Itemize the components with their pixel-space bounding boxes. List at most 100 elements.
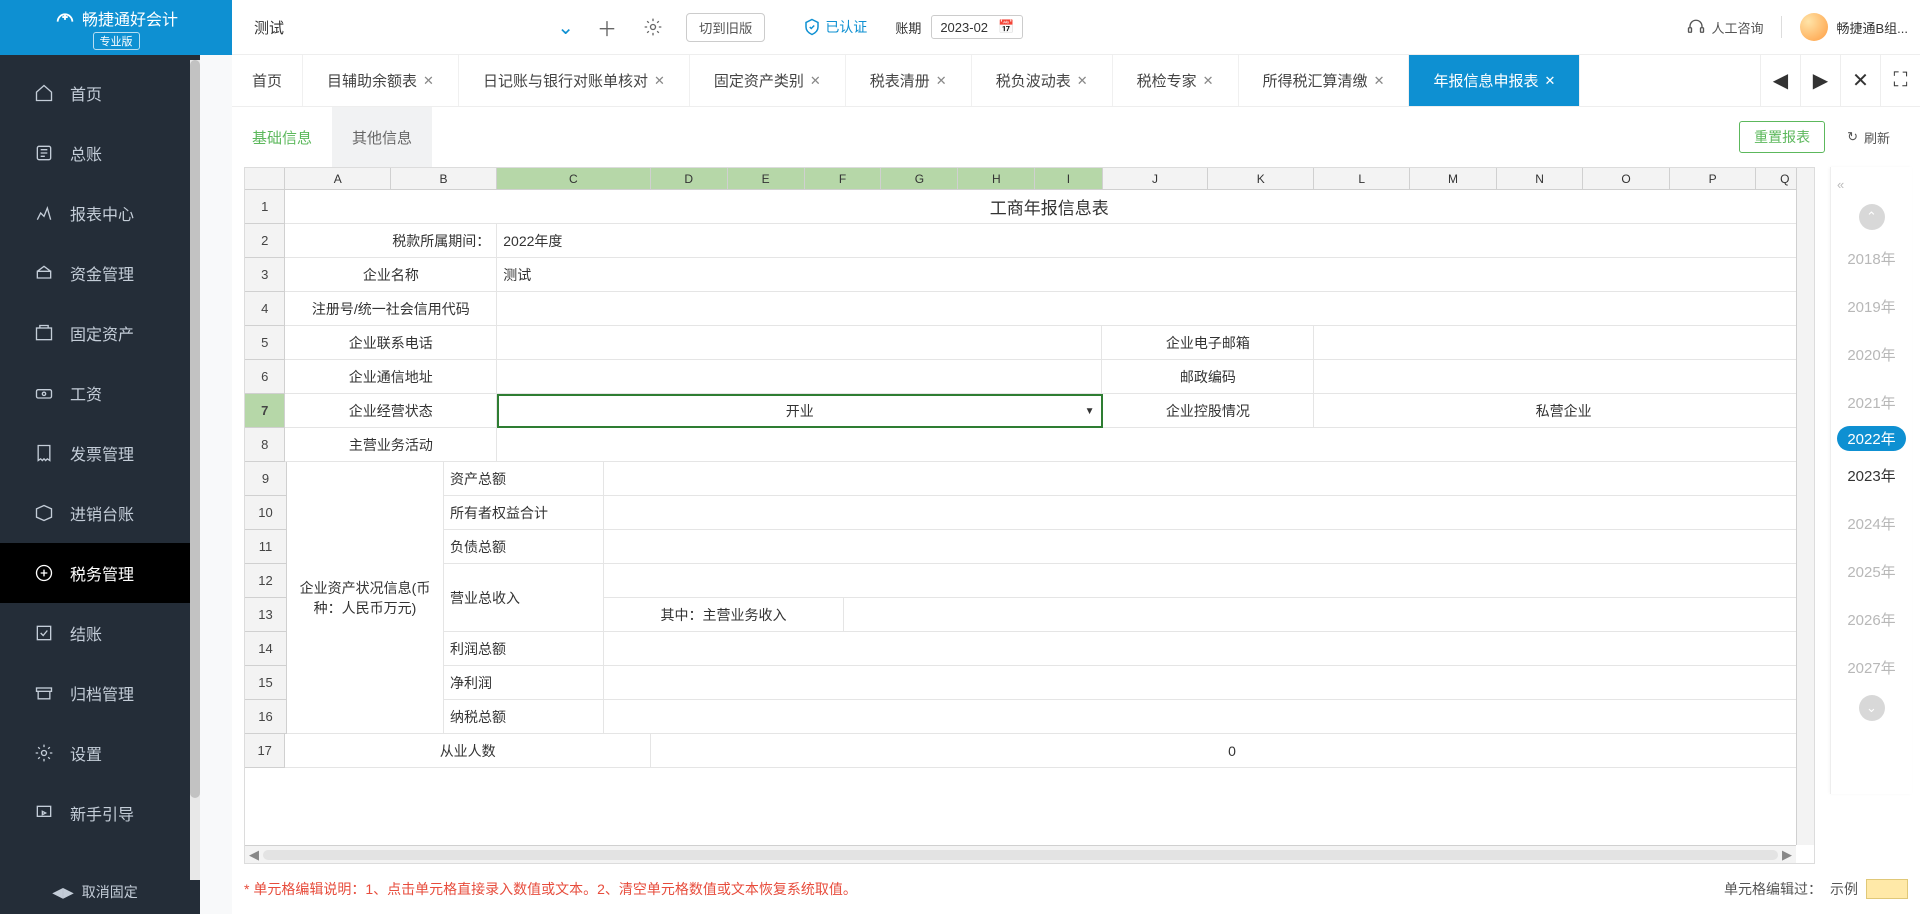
year-item[interactable]: 2018年 [1847, 234, 1895, 282]
sheet-v-scrollbar[interactable] [1796, 168, 1814, 845]
settings-icon[interactable] [642, 16, 664, 38]
company-selector[interactable]: 测试 ⌄ [244, 8, 584, 46]
close-icon[interactable]: ✕ [810, 73, 821, 89]
nav-close[interactable]: 结账 [0, 603, 190, 663]
year-item[interactable]: 2019年 [1847, 282, 1895, 330]
close-icon[interactable]: ✕ [1544, 73, 1555, 89]
tab-item[interactable]: 税检专家✕ [1113, 55, 1239, 106]
tabs-prev[interactable]: ◀ [1760, 55, 1800, 106]
cell-label[interactable]: 其中：主营业务收入 [604, 598, 844, 632]
row-hdr[interactable]: 11 [245, 530, 287, 564]
col-P[interactable]: P [1670, 168, 1757, 190]
tab-item-active[interactable]: 年报信息申报表✕ [1409, 55, 1580, 106]
col-C[interactable]: C [497, 168, 651, 190]
nav-funds[interactable]: 资金管理 [0, 243, 190, 303]
nav-invoice[interactable]: 发票管理 [0, 423, 190, 483]
cell-value[interactable] [844, 598, 1814, 632]
cell-value[interactable] [604, 666, 1814, 700]
close-icon[interactable]: ✕ [654, 73, 665, 89]
year-scroll-down[interactable]: ⌄ [1859, 695, 1885, 721]
cell-value[interactable] [497, 292, 1814, 326]
row-hdr[interactable]: 13 [245, 598, 287, 632]
refresh-button[interactable]: ↻ 刷新 [1847, 128, 1890, 147]
cell-label[interactable]: 企业电子邮箱 [1102, 326, 1314, 360]
nav-guide[interactable]: 新手引导 [0, 783, 190, 843]
cell-value[interactable] [497, 428, 1814, 462]
user-menu[interactable]: 畅捷通B组... [1800, 13, 1908, 41]
col-D[interactable]: D [651, 168, 728, 190]
cell-value[interactable]: 2022年度 [497, 224, 1814, 258]
cell-label[interactable]: 企业控股情况 [1103, 394, 1315, 428]
tab-item[interactable]: 固定资产类别✕ [690, 55, 846, 106]
cell-label[interactable]: 邮政编码 [1102, 360, 1314, 394]
cell-value[interactable] [604, 530, 1814, 564]
cell-value[interactable] [604, 564, 1814, 598]
col-B[interactable]: B [391, 168, 497, 190]
close-icon[interactable]: ✕ [423, 73, 434, 89]
row-hdr[interactable]: 16 [245, 700, 287, 734]
cell-label[interactable]: 企业通信地址 [285, 360, 497, 394]
cell-value[interactable] [604, 462, 1814, 496]
row-hdr[interactable]: 15 [245, 666, 287, 700]
year-item[interactable]: 2024年 [1847, 499, 1895, 547]
cell-value[interactable] [604, 496, 1814, 530]
cell-value[interactable] [1314, 326, 1814, 360]
cell-group-label[interactable]: 企业资产状况信息(币种：人民币万元) [287, 462, 444, 734]
close-icon[interactable]: ✕ [1374, 73, 1385, 89]
sidebar-scrollbar[interactable] [190, 60, 200, 880]
tabs-close[interactable]: ✕ [1840, 55, 1880, 106]
row-hdr[interactable]: 6 [245, 360, 285, 394]
sheet-corner[interactable] [245, 168, 285, 190]
year-item[interactable]: 2025年 [1847, 547, 1895, 595]
year-scroll-up[interactable]: ⌃ [1859, 204, 1885, 230]
consult-link[interactable]: 人工咨询 [1687, 18, 1763, 37]
nav-home[interactable]: 首页 [0, 63, 190, 123]
tab-item[interactable]: 税负波动表✕ [972, 55, 1113, 106]
tabs-expand[interactable]: ⛶ [1880, 55, 1920, 106]
col-I[interactable]: I [1035, 168, 1102, 190]
cell-value[interactable]: 测试 [497, 258, 1814, 292]
col-A[interactable]: A [285, 168, 391, 190]
year-item-current[interactable]: 2022年 [1837, 426, 1905, 451]
row-hdr[interactable]: 5 [245, 326, 285, 360]
sheet-h-scrollbar[interactable]: ◀▶ [245, 845, 1796, 863]
cell-label[interactable]: 企业名称 [285, 258, 497, 292]
col-F[interactable]: F [805, 168, 882, 190]
col-E[interactable]: E [728, 168, 805, 190]
row-hdr[interactable]: 1 [245, 190, 285, 224]
year-item[interactable]: 2023年 [1847, 451, 1895, 499]
row-hdr[interactable]: 3 [245, 258, 285, 292]
row-hdr[interactable]: 17 [245, 734, 285, 768]
close-icon[interactable]: ✕ [1203, 73, 1214, 89]
cell-label[interactable]: 负债总额 [444, 530, 604, 564]
switch-old-button[interactable]: 切到旧版 [686, 13, 765, 42]
col-M[interactable]: M [1410, 168, 1497, 190]
cell-value[interactable]: 私营企业 [1314, 394, 1814, 428]
tab-item[interactable]: 目辅助余额表✕ [303, 55, 459, 106]
tab-item[interactable]: 日记账与银行对账单核对✕ [459, 55, 690, 106]
row-hdr[interactable]: 2 [245, 224, 285, 258]
nav-archive[interactable]: 归档管理 [0, 663, 190, 723]
cell-selected-dropdown[interactable]: 开业▼ [497, 394, 1102, 428]
reset-button[interactable]: 重置报表 [1739, 121, 1825, 153]
cell-value[interactable] [497, 360, 1102, 394]
nav-reports[interactable]: 报表中心 [0, 183, 190, 243]
year-item[interactable]: 2027年 [1847, 643, 1895, 691]
row-hdr[interactable]: 9 [245, 462, 287, 496]
row-hdr[interactable]: 8 [245, 428, 285, 462]
cell-value[interactable] [497, 326, 1102, 360]
sidebar-unpin[interactable]: ◀▶ 取消固定 [0, 870, 190, 914]
cell-label[interactable]: 利润总额 [444, 632, 604, 666]
sheet-title[interactable]: 工商年报信息表 [285, 190, 1814, 224]
year-item[interactable]: 2026年 [1847, 595, 1895, 643]
row-hdr[interactable]: 12 [245, 564, 287, 598]
col-N[interactable]: N [1497, 168, 1584, 190]
subtab-basic[interactable]: 基础信息 [232, 107, 332, 167]
col-G[interactable]: G [881, 168, 958, 190]
nav-salary[interactable]: 工资 [0, 363, 190, 423]
col-O[interactable]: O [1583, 168, 1670, 190]
tabs-next[interactable]: ▶ [1800, 55, 1840, 106]
row-hdr[interactable]: 10 [245, 496, 287, 530]
row-hdr[interactable]: 14 [245, 632, 287, 666]
cell-value[interactable] [1314, 360, 1814, 394]
